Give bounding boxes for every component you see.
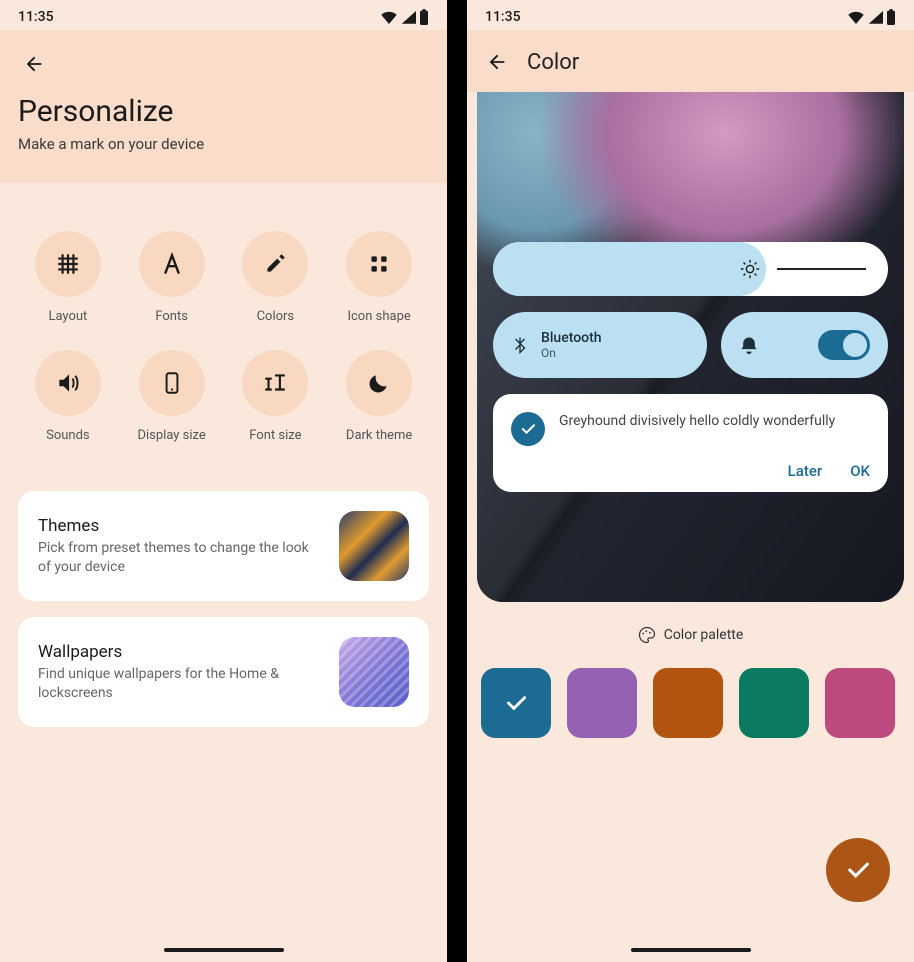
phone-screen-personalize: 11:35 Personalize Make a mark on your de… xyxy=(0,0,447,962)
bluetooth-icon xyxy=(511,334,529,356)
signal-icon xyxy=(401,10,416,24)
grid-item-displaysize[interactable]: Display size xyxy=(122,350,222,443)
moon-icon xyxy=(366,370,392,396)
card-title: Wallpapers xyxy=(38,642,325,662)
swatch-2[interactable] xyxy=(653,668,723,738)
font-icon xyxy=(159,251,185,277)
page-subtitle: Make a mark on your device xyxy=(18,135,429,153)
grid-item-sounds[interactable]: Sounds xyxy=(18,350,118,443)
cards: Themes Pick from preset themes to change… xyxy=(0,467,447,727)
grid-label: Font size xyxy=(249,428,301,443)
grid-label: Dark theme xyxy=(346,428,412,443)
back-arrow-icon xyxy=(486,51,508,73)
header: Color xyxy=(467,30,914,92)
back-arrow-icon xyxy=(23,53,45,75)
status-bar: 11:35 xyxy=(467,0,914,30)
swatch-4[interactable] xyxy=(825,668,895,738)
grid-label: Fonts xyxy=(155,309,188,324)
grid-label: Icon shape xyxy=(347,309,410,324)
grid-icon xyxy=(55,251,81,277)
card-themes[interactable]: Themes Pick from preset themes to change… xyxy=(18,491,429,601)
signal-icon xyxy=(868,10,883,24)
themes-thumbnail xyxy=(339,511,409,581)
status-time: 11:35 xyxy=(18,9,54,25)
shapes-icon xyxy=(366,251,392,277)
status-time: 11:35 xyxy=(485,9,521,25)
qs-alarm[interactable] xyxy=(721,312,888,378)
notif-ok-button[interactable]: OK xyxy=(850,462,870,480)
palette-label-text: Color palette xyxy=(664,627,744,643)
battery-icon xyxy=(419,9,429,25)
page-title: Personalize xyxy=(18,94,429,129)
back-button[interactable] xyxy=(481,46,513,78)
eyedropper-icon xyxy=(262,251,288,277)
swatch-0[interactable] xyxy=(481,668,551,738)
options-grid: Layout Fonts Colors Icon shape Sounds Di… xyxy=(0,183,447,467)
check-icon xyxy=(844,856,872,884)
wallpapers-thumbnail xyxy=(339,637,409,707)
nav-handle[interactable] xyxy=(164,948,284,952)
quick-settings-row: Bluetooth On xyxy=(493,312,888,378)
grid-label: Display size xyxy=(137,428,205,443)
brightness-slider[interactable] xyxy=(493,242,888,296)
grid-label: Layout xyxy=(48,309,87,324)
notif-text: Greyhound divisively hello coldly wonder… xyxy=(559,412,835,431)
grid-item-fontsize[interactable]: Font size xyxy=(226,350,326,443)
alarm-toggle[interactable] xyxy=(818,330,870,360)
confirm-fab[interactable] xyxy=(826,838,890,902)
phone-screen-color: 11:35 Color Bluetooth xyxy=(467,0,914,962)
notification-card[interactable]: Greyhound divisively hello coldly wonder… xyxy=(493,394,888,492)
theme-preview: Bluetooth On Greyhound divisively hello … xyxy=(477,92,904,602)
card-desc: Find unique wallpapers for the Home & lo… xyxy=(38,665,325,703)
status-icons xyxy=(380,9,429,25)
header: Personalize Make a mark on your device xyxy=(0,30,447,183)
wifi-icon xyxy=(380,10,398,24)
brightness-icon xyxy=(739,258,761,280)
grid-item-darktheme[interactable]: Dark theme xyxy=(329,350,429,443)
alarm-icon xyxy=(739,335,759,355)
slider-track xyxy=(777,268,866,270)
nav-handle[interactable] xyxy=(631,948,751,952)
color-swatches xyxy=(467,644,914,738)
swatch-3[interactable] xyxy=(739,668,809,738)
card-desc: Pick from preset themes to change the lo… xyxy=(38,539,325,577)
grid-item-layout[interactable]: Layout xyxy=(18,231,118,324)
qs-bluetooth[interactable]: Bluetooth On xyxy=(493,312,707,378)
grid-item-iconshape[interactable]: Icon shape xyxy=(329,231,429,324)
qs-sub: On xyxy=(541,346,602,360)
page-title: Color xyxy=(527,50,579,75)
card-title: Themes xyxy=(38,516,325,536)
wifi-icon xyxy=(847,10,865,24)
check-icon xyxy=(503,690,529,716)
back-button[interactable] xyxy=(18,48,50,80)
grid-label: Sounds xyxy=(46,428,90,443)
grid-item-fonts[interactable]: Fonts xyxy=(122,231,222,324)
palette-icon xyxy=(638,626,656,644)
palette-label: Color palette xyxy=(467,626,914,644)
status-bar: 11:35 xyxy=(0,0,447,30)
grid-item-colors[interactable]: Colors xyxy=(226,231,326,324)
status-icons xyxy=(847,9,896,25)
notif-later-button[interactable]: Later xyxy=(788,462,823,480)
swatch-1[interactable] xyxy=(567,668,637,738)
qs-title: Bluetooth xyxy=(541,330,602,346)
battery-icon xyxy=(886,9,896,25)
slider-fill xyxy=(493,242,766,296)
notif-check-icon xyxy=(511,412,545,446)
preview-overlay: Bluetooth On Greyhound divisively hello … xyxy=(493,242,888,492)
phone-size-icon xyxy=(159,370,185,396)
grid-label: Colors xyxy=(257,309,295,324)
card-wallpapers[interactable]: Wallpapers Find unique wallpapers for th… xyxy=(18,617,429,727)
fontsize-icon xyxy=(262,370,288,396)
volume-icon xyxy=(55,370,81,396)
